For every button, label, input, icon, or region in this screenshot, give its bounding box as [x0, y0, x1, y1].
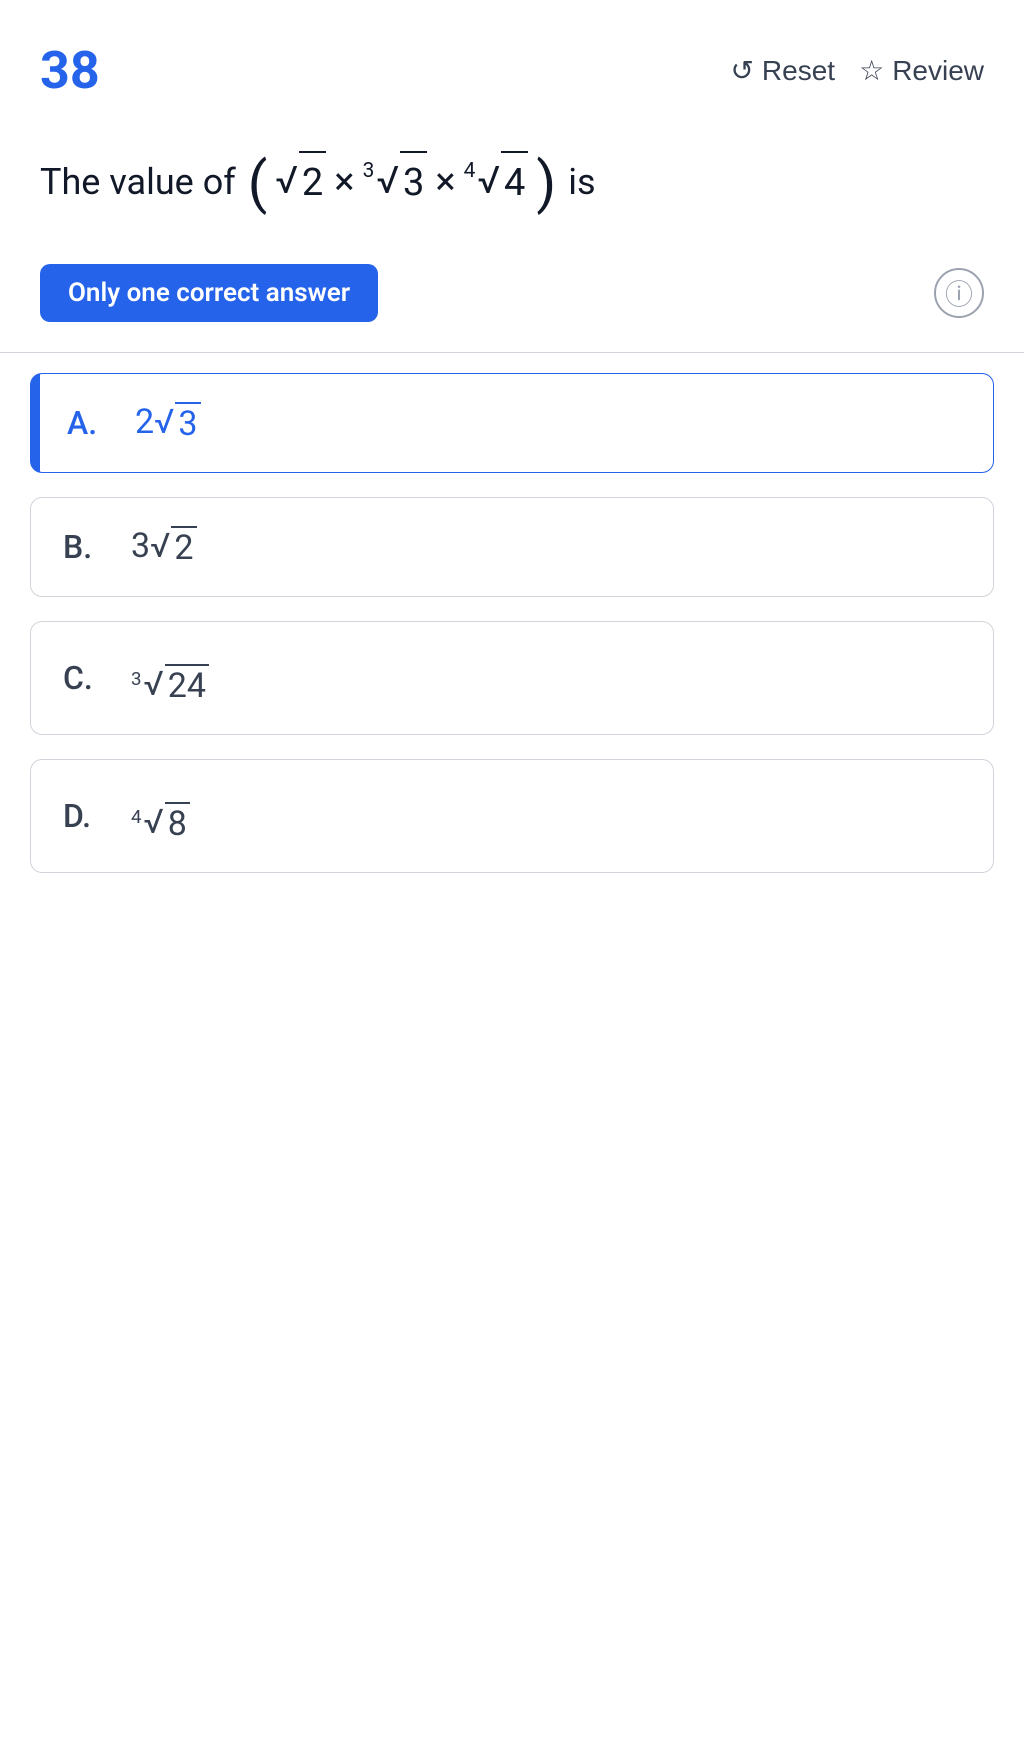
open-paren: (	[248, 157, 268, 208]
opt-c-cbrt-index: 3	[131, 668, 142, 690]
option-c-label: C.	[63, 659, 103, 697]
review-button[interactable]: ☆ Review	[859, 54, 984, 87]
question-body: The value of ( √2 × 3√3 × 4√4 ) is	[0, 121, 1024, 224]
close-paren: )	[536, 157, 556, 208]
info-button[interactable]: ⓘ	[934, 268, 984, 318]
option-b[interactable]: B. 3 √2	[30, 497, 994, 597]
opt-a-sqrt: √3	[154, 402, 200, 444]
option-b-label: B.	[63, 528, 103, 566]
fourthrt4: 4√4	[464, 151, 529, 214]
option-a-math: 2 √3	[135, 402, 201, 444]
option-a[interactable]: A. 2 √3	[30, 373, 994, 473]
opt-b-sqrt-sign: √	[150, 526, 170, 566]
opt-d-fourthrt-sign: √	[144, 802, 164, 842]
cbrt-sign: √	[376, 151, 399, 212]
times2: ×	[435, 152, 455, 213]
opt-b-sqrt-radicand: 2	[171, 526, 196, 568]
cbrt3: 3√3	[363, 151, 428, 214]
fourthrt-index: 4	[464, 155, 476, 188]
reset-icon: ↺	[730, 54, 753, 87]
answer-type-badge: Only one correct answer	[40, 264, 378, 322]
section-divider	[0, 352, 1024, 354]
opt-a-sqrt-radicand: 3	[175, 402, 200, 444]
opt-b-sqrt: √2	[150, 526, 196, 568]
option-b-math: 3 √2	[131, 526, 197, 568]
review-label: Review	[892, 55, 984, 87]
opt-d-fourthrt-radicand: 8	[165, 802, 190, 844]
question-number: 38	[40, 40, 100, 101]
cbrt-radicand: 3	[400, 151, 427, 214]
badge-section: Only one correct answer ⓘ	[0, 224, 1024, 342]
question-suffix: is	[568, 154, 595, 212]
star-icon: ☆	[859, 54, 884, 87]
option-d[interactable]: D. 4√8	[30, 759, 994, 873]
fourthrt-radicand: 4	[501, 151, 528, 214]
opt-a-sqrt-sign: √	[154, 402, 174, 442]
opt-c-cbrt-radicand: 24	[165, 664, 209, 706]
math-expression: ( √2 × 3√3 × 4√4 )	[248, 151, 556, 214]
options-section: A. 2 √3 B. 3 √2 C. 3√24 D. 4√8	[0, 363, 1024, 907]
reset-label: Reset	[762, 55, 835, 87]
option-c[interactable]: C. 3√24	[30, 621, 994, 735]
opt-c-cbrt: 3√24	[131, 664, 209, 706]
reset-button[interactable]: ↺ Reset	[730, 54, 835, 87]
question-text: The value of ( √2 × 3√3 × 4√4 ) is	[40, 151, 984, 214]
sqrt-sign: √	[275, 151, 298, 212]
sqrt-radicand: 2	[299, 151, 326, 214]
opt-d-fourthrt: 4√8	[131, 802, 190, 844]
sqrt2: √2	[275, 151, 326, 214]
cbrt-index: 3	[363, 155, 375, 188]
question-prefix: The value of	[40, 154, 236, 212]
option-c-math: 3√24	[131, 650, 209, 706]
times1: ×	[334, 152, 354, 213]
question-header: 38 ↺ Reset ☆ Review	[0, 0, 1024, 121]
selected-bar	[35, 374, 40, 472]
header-actions: ↺ Reset ☆ Review	[730, 54, 984, 87]
opt-c-cbrt-sign: √	[144, 664, 164, 704]
fourthrt-sign: √	[477, 151, 500, 212]
opt-d-fourthrt-index: 4	[131, 806, 142, 828]
option-d-label: D.	[63, 797, 103, 835]
option-a-label: A.	[67, 404, 107, 442]
option-d-math: 4√8	[131, 788, 190, 844]
